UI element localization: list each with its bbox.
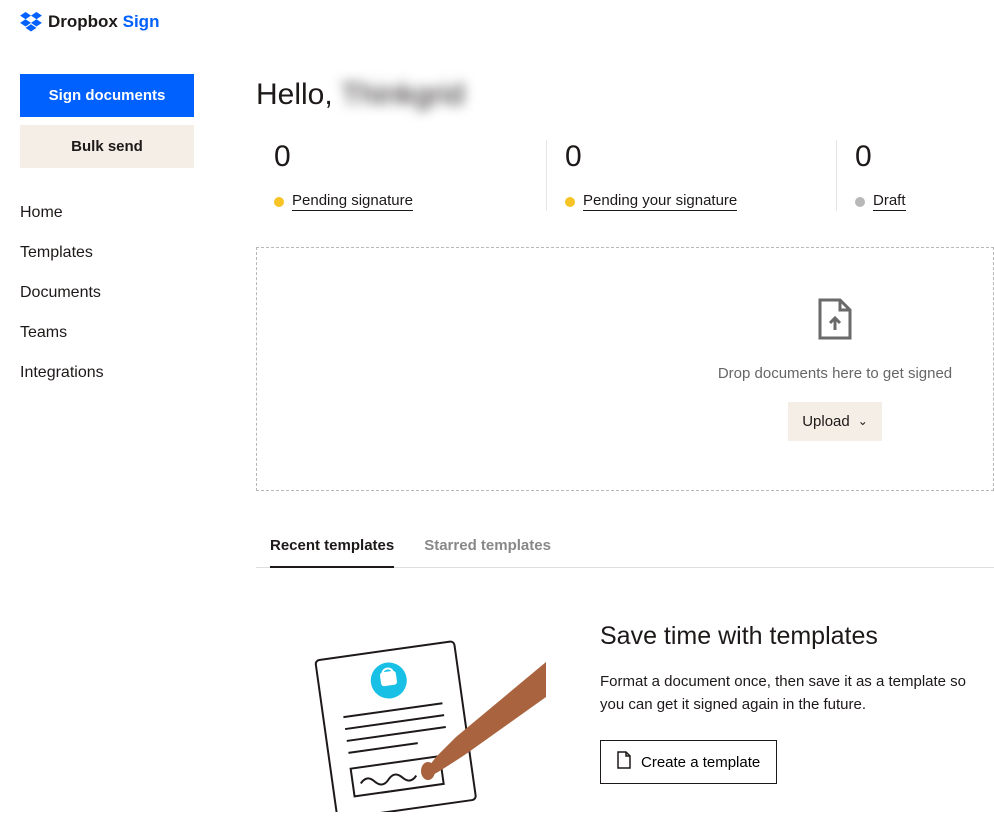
status-dot-icon [565, 197, 575, 207]
dropzone-text: Drop documents here to get signed [718, 365, 952, 382]
document-icon [617, 751, 631, 773]
create-template-button[interactable]: Create a template [600, 740, 777, 784]
sidebar: Dropbox Sign Sign documents Bulk send Ho… [0, 0, 236, 803]
chevron-down-icon: ⌄ [858, 414, 868, 428]
stat-link-pending-your-signature[interactable]: Pending your signature [583, 192, 737, 211]
stat-link-pending-signature[interactable]: Pending signature [292, 192, 413, 211]
dropbox-logo-icon [20, 12, 42, 32]
stats-row: 0 Pending signature 0 Pending your signa… [256, 140, 994, 211]
templates-tabs: Recent templates Starred templates [256, 537, 994, 568]
templates-promo: Save time with templates Format a docume… [256, 622, 994, 812]
promo-description: Format a document once, then save it as … [600, 671, 970, 716]
tab-recent-templates[interactable]: Recent templates [270, 537, 394, 568]
stat-count: 0 [565, 140, 810, 174]
stat-count: 0 [855, 140, 906, 174]
nav-templates[interactable]: Templates [20, 244, 216, 262]
tab-starred-templates[interactable]: Starred templates [424, 537, 551, 567]
bulk-send-button[interactable]: Bulk send [20, 125, 194, 168]
stat-count: 0 [274, 140, 520, 174]
template-illustration [276, 622, 556, 812]
document-dropzone[interactable]: Drop documents here to get signed Upload… [256, 247, 994, 491]
nav-home[interactable]: Home [20, 204, 216, 222]
nav-documents[interactable]: Documents [20, 284, 216, 302]
status-dot-icon [274, 197, 284, 207]
status-dot-icon [855, 197, 865, 207]
sidebar-nav: Home Templates Documents Teams Integrati… [20, 204, 216, 382]
nav-teams[interactable]: Teams [20, 324, 216, 342]
stat-link-draft[interactable]: Draft [873, 192, 906, 211]
nav-integrations[interactable]: Integrations [20, 364, 216, 382]
stat-pending-signature: 0 Pending signature [256, 140, 546, 211]
main-content: Hello, Thinkgrid 0 Pending signature 0 P… [236, 0, 994, 803]
promo-title: Save time with templates [600, 622, 970, 651]
stat-draft: 0 Draft [836, 140, 932, 211]
upload-file-icon [818, 298, 852, 345]
logo[interactable]: Dropbox Sign [20, 12, 216, 32]
logo-text: Dropbox Sign [48, 12, 159, 32]
sign-documents-button[interactable]: Sign documents [20, 74, 194, 117]
greeting: Hello, Thinkgrid [256, 78, 994, 112]
stat-pending-your-signature: 0 Pending your signature [546, 140, 836, 211]
upload-button[interactable]: Upload ⌄ [788, 402, 882, 441]
